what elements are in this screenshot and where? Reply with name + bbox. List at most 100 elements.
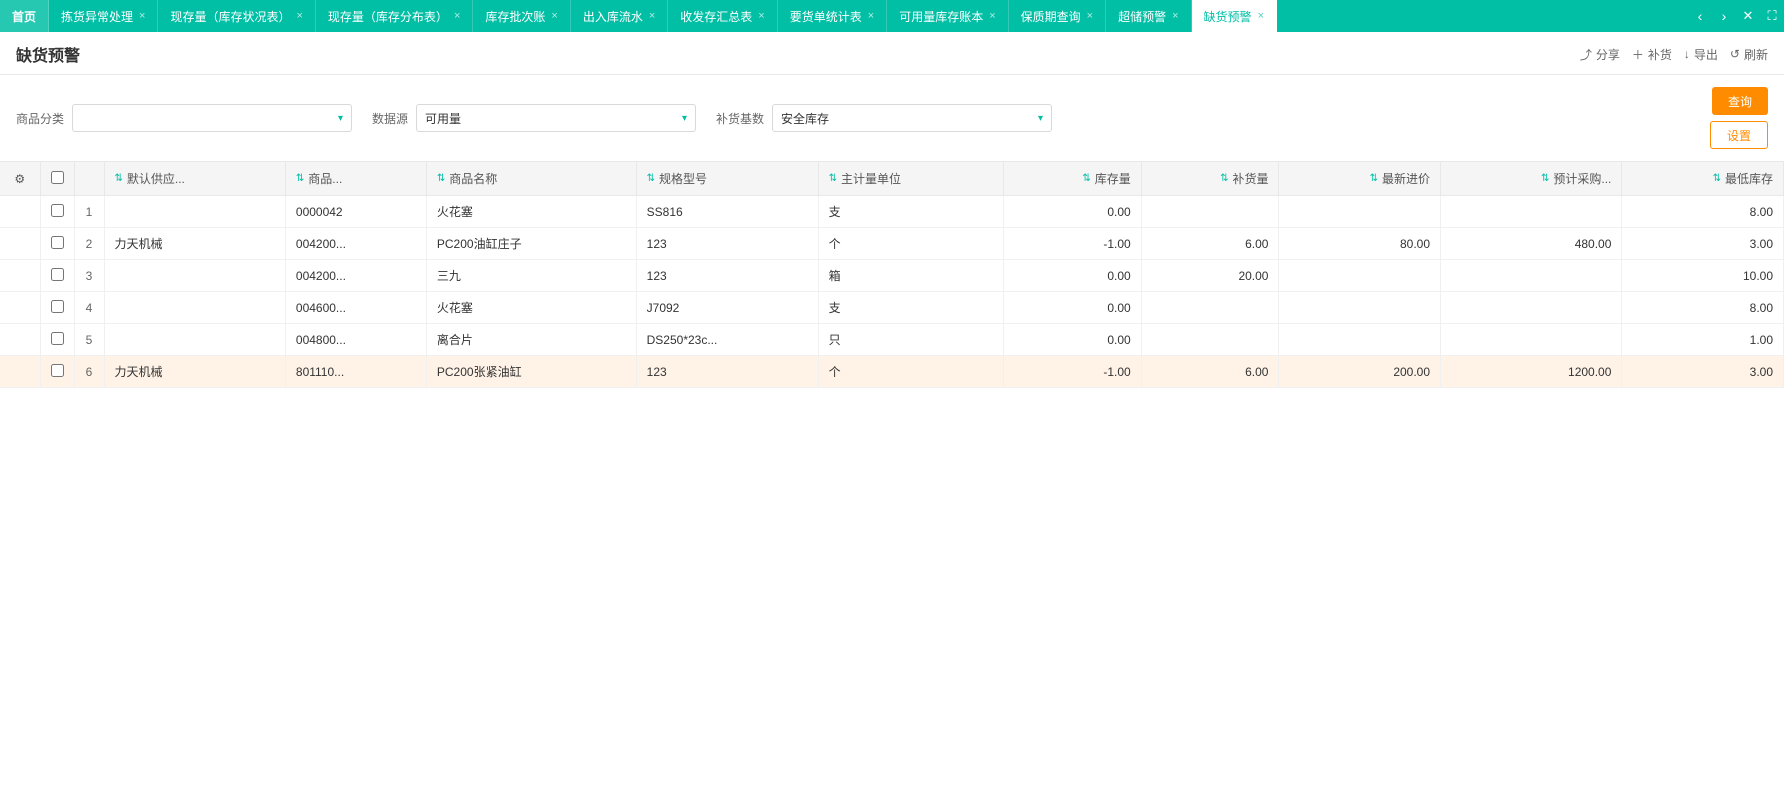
- tab-close-expiry[interactable]: ×: [1087, 10, 1093, 22]
- col-unit[interactable]: ⇅主计量单位: [818, 162, 1003, 196]
- row-index-4: 5: [74, 324, 104, 356]
- tab-item-overstock[interactable]: 超储预警×: [1106, 0, 1191, 32]
- col-spec-label: 规格型号: [659, 170, 707, 187]
- tab-close-abnormal[interactable]: ×: [139, 10, 145, 22]
- tab-close-shortage[interactable]: ×: [1258, 10, 1264, 22]
- query-button[interactable]: 查询: [1712, 87, 1768, 115]
- replenish-base-select[interactable]: 安全库存 ▾: [772, 104, 1052, 132]
- sort-icon: ⇅: [1541, 173, 1549, 184]
- replenish-base-label: 补货基数: [716, 110, 764, 127]
- tab-item-home[interactable]: 首页: [0, 0, 49, 32]
- category-chevron-icon: ▾: [338, 113, 343, 124]
- row-goods-name-0: 火花塞: [426, 196, 636, 228]
- tab-close-batch[interactable]: ×: [551, 10, 557, 22]
- export-icon: ↓: [1684, 47, 1690, 61]
- col-stock-qty[interactable]: ⇅库存量: [1004, 162, 1142, 196]
- row-settings-cell: [0, 292, 40, 324]
- col-stock-label: 库存量: [1095, 170, 1131, 187]
- col-default-supplier[interactable]: ⇅默认供应...: [104, 162, 285, 196]
- row-settings-cell: [0, 356, 40, 388]
- row-stock-qty-1: -1.00: [1004, 228, 1142, 260]
- row-checkbox-cell[interactable]: [40, 196, 74, 228]
- row-min-stock-2: 10.00: [1622, 260, 1784, 292]
- row-supplier-1: 力天机械: [104, 228, 285, 260]
- export-label: 导出: [1694, 46, 1718, 63]
- tab-close-demand-stat[interactable]: ×: [868, 10, 874, 22]
- col-estimated-purchase[interactable]: ⇅预计采购...: [1441, 162, 1622, 196]
- share-button[interactable]: ⤴ 分享: [1580, 46, 1620, 63]
- tab-item-collect[interactable]: 收发存汇总表×: [668, 0, 777, 32]
- col-replenish-qty[interactable]: ⇅补货量: [1141, 162, 1279, 196]
- table-header-row: ⚙ ⇅默认供应... ⇅商品... ⇅商品名称: [0, 162, 1784, 196]
- row-index-3: 4: [74, 292, 104, 324]
- tab-item-available-ledger[interactable]: 可用量库存账本×: [887, 0, 1008, 32]
- row-checkbox-5[interactable]: [51, 364, 64, 377]
- col-goods-name[interactable]: ⇅商品名称: [426, 162, 636, 196]
- replenish-label: 补货: [1648, 46, 1672, 63]
- row-checkbox-cell[interactable]: [40, 228, 74, 260]
- settings-button[interactable]: 设置: [1710, 121, 1768, 149]
- row-checkbox-cell[interactable]: [40, 260, 74, 292]
- tab-close-inout-flow[interactable]: ×: [649, 10, 655, 22]
- tab-close-available-ledger[interactable]: ×: [989, 10, 995, 22]
- row-supplier-5: 力天机械: [104, 356, 285, 388]
- col-spec[interactable]: ⇅规格型号: [636, 162, 818, 196]
- tab-label-home: 首页: [12, 8, 36, 25]
- header-actions: ⤴ 分享 ＋ 补货 ↓ 导出 ↺ 刷新: [1580, 46, 1768, 63]
- tab-item-abnormal[interactable]: 拣货异常处理×: [49, 0, 158, 32]
- col-goods-code[interactable]: ⇅商品...: [285, 162, 426, 196]
- row-goods-name-5: PC200张紧油缸: [426, 356, 636, 388]
- tab-close-inventory-status[interactable]: ×: [296, 10, 302, 22]
- row-goods-code-2: 004200...: [285, 260, 426, 292]
- page-container: 缺货预警 ⤴ 分享 ＋ 补货 ↓ 导出 ↺ 刷新 商品分类: [0, 32, 1784, 796]
- row-checkbox-3[interactable]: [51, 300, 64, 313]
- tab-label-demand-stat: 要货单统计表: [790, 8, 862, 25]
- tab-item-inout-flow[interactable]: 出入库流水×: [571, 0, 668, 32]
- column-settings-icon[interactable]: ⚙: [14, 172, 25, 186]
- row-stock-qty-4: 0.00: [1004, 324, 1142, 356]
- tab-item-shortage[interactable]: 缺货预警×: [1192, 0, 1277, 32]
- row-spec-2: 123: [636, 260, 818, 292]
- col-settings[interactable]: ⚙: [0, 162, 40, 196]
- tab-item-demand-stat[interactable]: 要货单统计表 ×: [778, 0, 887, 32]
- tab-close-inventory-dist[interactable]: ×: [454, 10, 460, 22]
- row-estimated-purchase-1: 480.00: [1441, 228, 1622, 260]
- tab-close-collect[interactable]: ×: [758, 10, 764, 22]
- col-min-stock[interactable]: ⇅最低库存: [1622, 162, 1784, 196]
- table-row: 4 004600... 火花塞 J7092 支 0.00 8.00: [0, 292, 1784, 324]
- tab-item-batch[interactable]: 库存批次账 ×: [473, 0, 570, 32]
- datasource-label: 数据源: [372, 110, 408, 127]
- row-checkbox-0[interactable]: [51, 204, 64, 217]
- row-min-stock-5: 3.00: [1622, 356, 1784, 388]
- page-header: 缺货预警 ⤴ 分享 ＋ 补货 ↓ 导出 ↺ 刷新: [0, 32, 1784, 75]
- tab-close-overstock[interactable]: ×: [1172, 10, 1178, 22]
- category-select[interactable]: ▾: [72, 104, 352, 132]
- window-close-icon[interactable]: ✕: [1736, 0, 1760, 32]
- row-estimated-purchase-0: [1441, 196, 1622, 228]
- select-all-checkbox[interactable]: [51, 171, 64, 184]
- row-spec-0: SS816: [636, 196, 818, 228]
- row-supplier-3: [104, 292, 285, 324]
- replenish-button[interactable]: ＋ 补货: [1632, 46, 1672, 63]
- tab-item-expiry[interactable]: 保质期查询×: [1009, 0, 1106, 32]
- row-checkbox-cell[interactable]: [40, 356, 74, 388]
- tab-item-inventory-dist[interactable]: 现存量（库存分布表）×: [316, 0, 473, 32]
- export-button[interactable]: ↓ 导出: [1684, 46, 1718, 63]
- filter-buttons: 查询 设置: [1710, 87, 1768, 149]
- refresh-button[interactable]: ↺ 刷新: [1730, 46, 1768, 63]
- row-checkbox-2[interactable]: [51, 268, 64, 281]
- row-settings-cell: [0, 260, 40, 292]
- row-checkbox-cell[interactable]: [40, 324, 74, 356]
- tab-nav-next[interactable]: ›: [1712, 0, 1736, 32]
- tab-label-batch: 库存批次账: [485, 8, 545, 25]
- tab-nav-prev[interactable]: ‹: [1688, 0, 1712, 32]
- row-checkbox-cell[interactable]: [40, 292, 74, 324]
- datasource-filter-group: 数据源 可用量 ▾: [372, 104, 696, 132]
- tab-item-inventory-status[interactable]: 现存量（库存状况表）×: [158, 0, 315, 32]
- window-expand-icon[interactable]: ⛶: [1760, 0, 1784, 32]
- row-checkbox-4[interactable]: [51, 332, 64, 345]
- col-latest-price[interactable]: ⇅最新进价: [1279, 162, 1441, 196]
- row-checkbox-1[interactable]: [51, 236, 64, 249]
- datasource-select[interactable]: 可用量 ▾: [416, 104, 696, 132]
- category-filter-group: 商品分类 ▾: [16, 104, 352, 132]
